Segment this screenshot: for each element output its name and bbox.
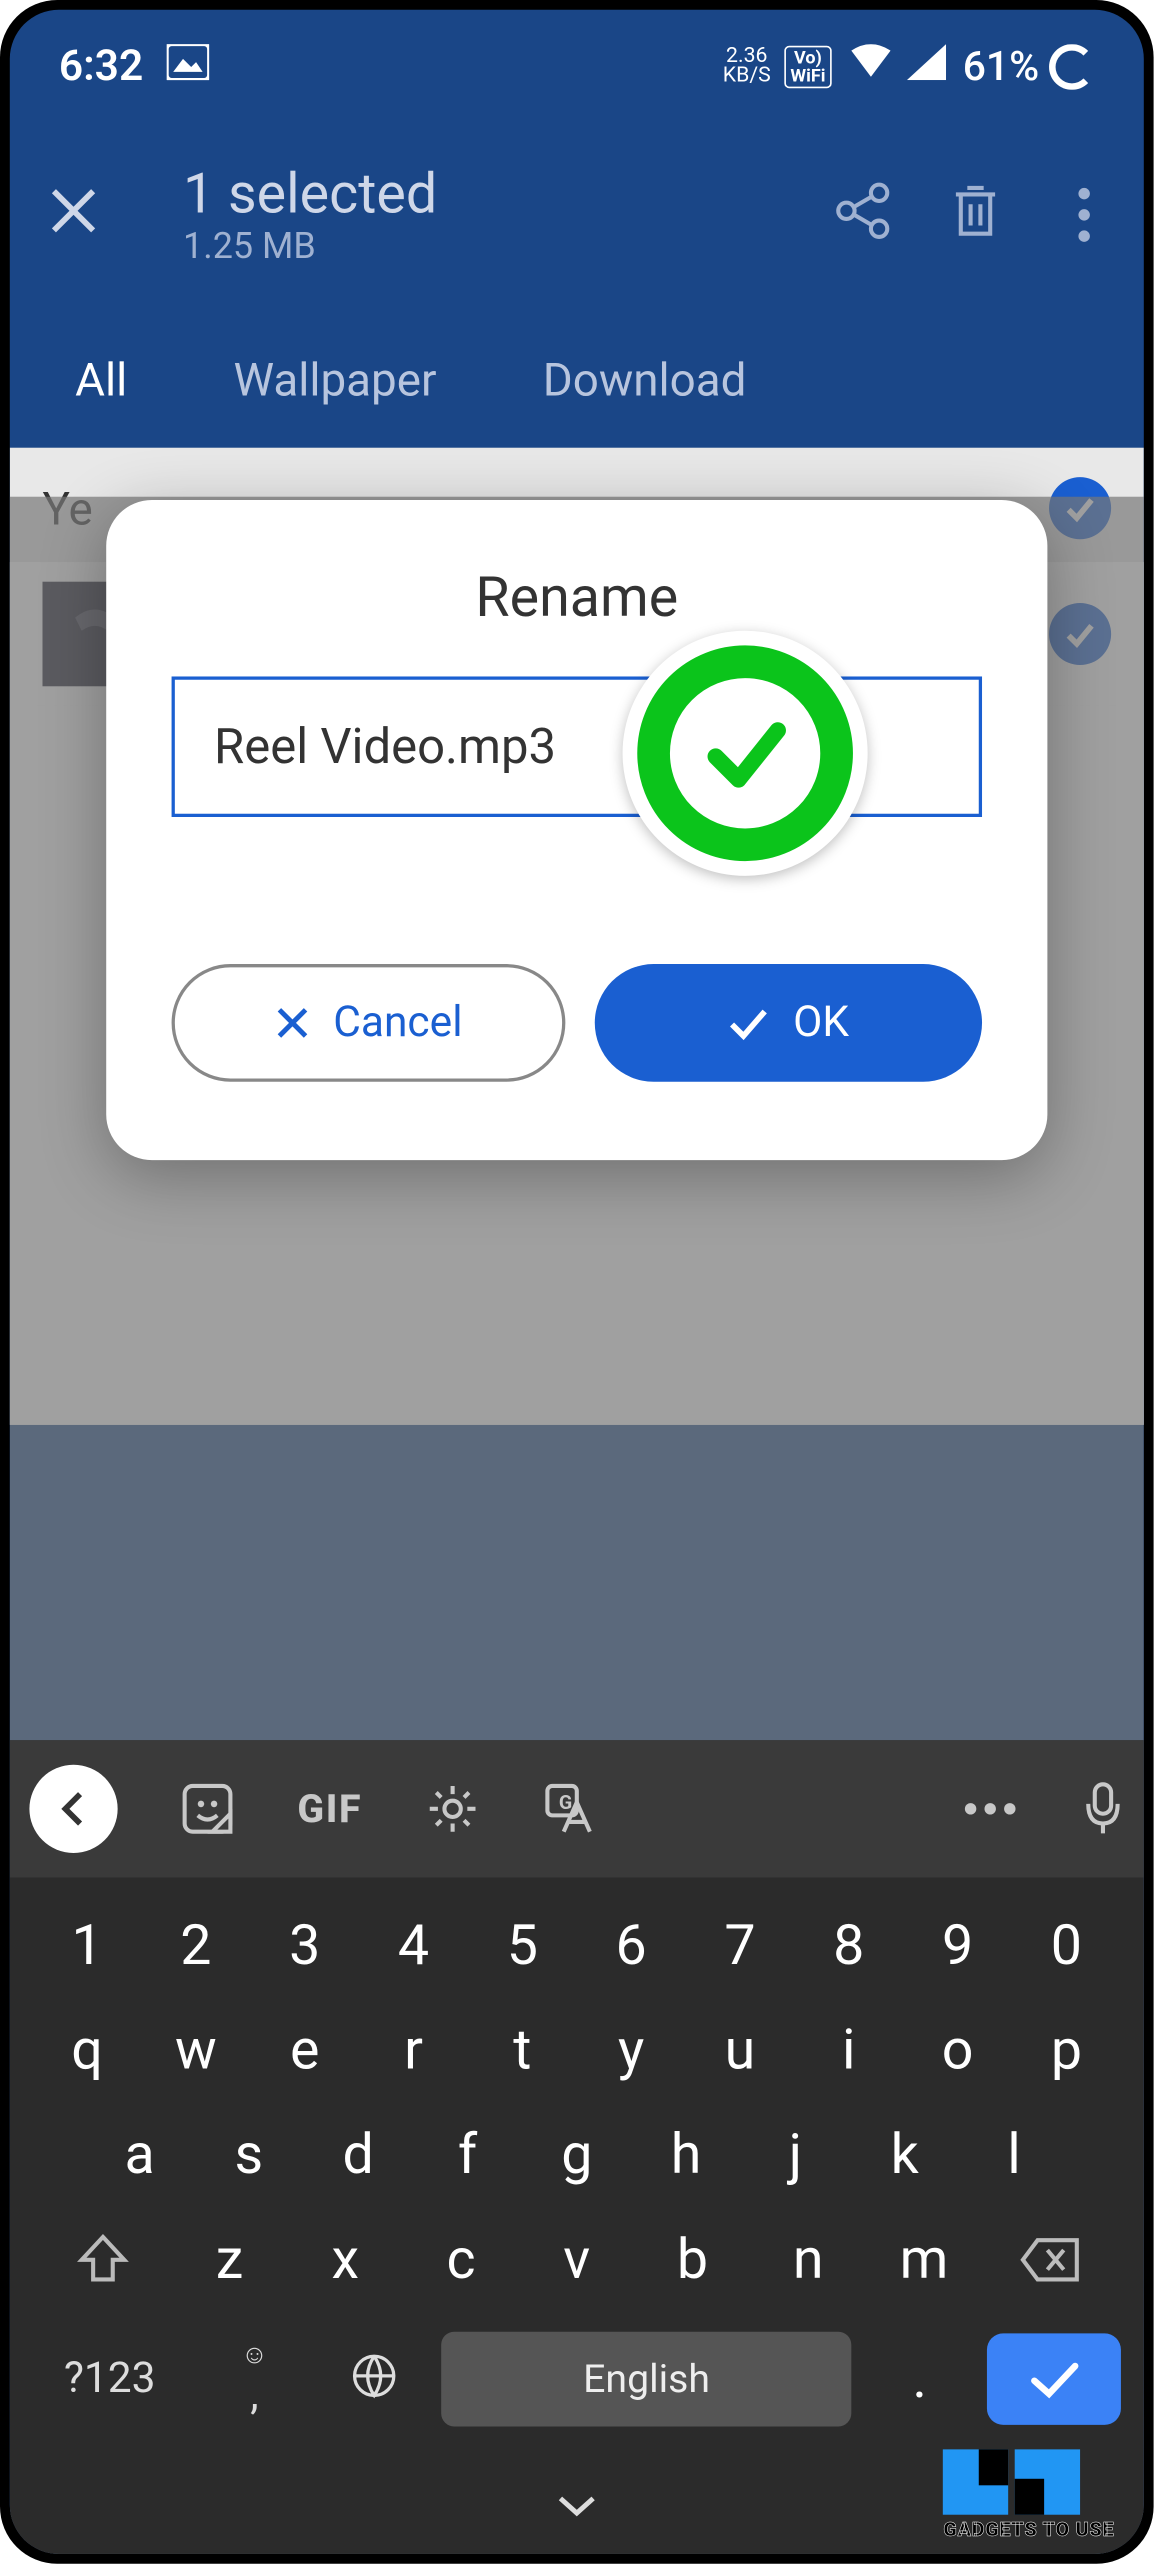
watermark: GADGETS TO USE	[943, 2449, 1114, 2541]
delete-button[interactable]	[949, 181, 1001, 246]
key-7[interactable]: 7	[686, 1913, 795, 1978]
enter-key[interactable]	[987, 2333, 1121, 2425]
close-selection-button[interactable]	[46, 183, 102, 245]
image-notification-icon	[166, 42, 208, 91]
key-2[interactable]: 2	[141, 1913, 250, 1978]
space-key[interactable]: English	[441, 2332, 852, 2427]
key-e[interactable]: e	[250, 2018, 359, 2083]
key-m[interactable]: m	[866, 2227, 982, 2292]
cancel-button[interactable]: Cancel	[172, 964, 566, 1082]
svg-text:G: G	[558, 1791, 571, 1814]
shift-key[interactable]	[33, 2227, 172, 2292]
key-c[interactable]: c	[403, 2227, 519, 2292]
key-a[interactable]: a	[85, 2123, 194, 2188]
key-v[interactable]: v	[519, 2227, 635, 2292]
key-z[interactable]: z	[172, 2227, 288, 2292]
key-y[interactable]: y	[577, 2018, 686, 2083]
key-3[interactable]: 3	[250, 1913, 359, 1978]
more-options-button[interactable]	[1059, 187, 1108, 241]
key-g[interactable]: g	[522, 2123, 631, 2188]
key-8[interactable]: 8	[794, 1913, 903, 1978]
keyboard-settings-icon[interactable]	[424, 1781, 480, 1837]
rename-dialog: Rename Cancel OK	[106, 500, 1047, 1160]
key-5[interactable]: 5	[468, 1913, 577, 1978]
ok-button[interactable]: OK	[595, 964, 982, 1082]
key-i[interactable]: i	[794, 2018, 903, 2083]
key-s[interactable]: s	[194, 2123, 303, 2188]
emoji-hint-icon: ☺	[241, 2338, 268, 2371]
key-n[interactable]: n	[750, 2227, 866, 2292]
translate-icon[interactable]: G	[542, 1781, 598, 1837]
keyboard-row-numbers: 1 2 3 4 5 6 7 8 9 0	[20, 1894, 1134, 1999]
folder-tabs: All Wallpaper Download	[10, 304, 1144, 448]
key-q[interactable]: q	[33, 2018, 142, 2083]
key-p[interactable]: p	[1012, 2018, 1121, 2083]
keyboard-row-z: z x c v b n m	[20, 2208, 1134, 2313]
key-w[interactable]: w	[141, 2018, 250, 2083]
key-r[interactable]: r	[359, 2018, 468, 2083]
tab-wallpaper[interactable]: Wallpaper	[233, 353, 436, 407]
clock: 6:32	[59, 42, 143, 91]
loading-icon	[1049, 44, 1095, 90]
key-k[interactable]: k	[850, 2123, 959, 2188]
backspace-key[interactable]	[982, 2227, 1121, 2292]
vowifi-icon: Vo)WiFi	[784, 46, 832, 88]
symbols-key[interactable]: ?123	[33, 2355, 187, 2404]
key-9[interactable]: 9	[903, 1913, 1012, 1978]
share-button[interactable]	[833, 181, 892, 246]
selection-size: 1.25 MB	[183, 226, 776, 267]
keyboard-toolbar: GIF G	[10, 1740, 1144, 1877]
network-speed: 2.36KB/S	[723, 47, 771, 86]
key-u[interactable]: u	[686, 2018, 795, 2083]
check-icon	[728, 1005, 770, 1041]
key-0[interactable]: 0	[1012, 1913, 1121, 1978]
keyboard-more-icon[interactable]	[961, 1801, 1020, 1817]
key-1[interactable]: 1	[33, 1913, 142, 1978]
key-l[interactable]: l	[959, 2123, 1068, 2188]
battery-percent: 61%	[963, 43, 1040, 90]
tab-all[interactable]: All	[75, 353, 127, 407]
key-4[interactable]: 4	[359, 1913, 468, 1978]
key-b[interactable]: b	[635, 2227, 751, 2292]
key-j[interactable]: j	[741, 2123, 850, 2188]
watermark-logo-icon	[943, 2449, 1114, 2514]
collapse-keyboard-icon[interactable]	[554, 2490, 600, 2526]
key-h[interactable]: h	[631, 2123, 740, 2188]
sticker-icon[interactable]	[180, 1781, 236, 1837]
signal-icon	[907, 42, 946, 91]
dialog-title: Rename	[172, 565, 982, 630]
key-o[interactable]: o	[903, 2018, 1012, 2083]
mic-icon[interactable]	[1082, 1781, 1124, 1837]
tab-download[interactable]: Download	[543, 353, 747, 407]
keyboard-row-q: q w e r t y u i o p	[20, 1998, 1134, 2103]
close-icon	[274, 1005, 310, 1041]
selection-count: 1 selected	[183, 161, 776, 226]
key-f[interactable]: f	[413, 2123, 522, 2188]
status-bar: 6:32 2.36KB/S Vo)WiFi 61%	[10, 10, 1144, 124]
comma-key[interactable]: ☺ ,	[203, 2338, 306, 2420]
key-t[interactable]: t	[468, 2018, 577, 2083]
keyboard-back-button[interactable]	[29, 1765, 117, 1853]
key-x[interactable]: x	[287, 2227, 403, 2292]
keyboard-row-bottom: ?123 ☺ , English .	[20, 2312, 1134, 2446]
period-key[interactable]: .	[868, 2346, 971, 2411]
highlight-annotation	[623, 631, 868, 876]
language-key[interactable]	[322, 2350, 425, 2409]
wifi-icon	[848, 42, 894, 91]
keyboard-row-a: a s d f g h j k l	[20, 2103, 1134, 2208]
selection-appbar: 1 selected 1.25 MB	[10, 124, 1144, 304]
gif-button[interactable]: GIF	[297, 1786, 362, 1832]
onscreen-keyboard: GIF G 1 2 3 4	[10, 1740, 1144, 2554]
key-6[interactable]: 6	[577, 1913, 686, 1978]
key-d[interactable]: d	[304, 2123, 413, 2188]
